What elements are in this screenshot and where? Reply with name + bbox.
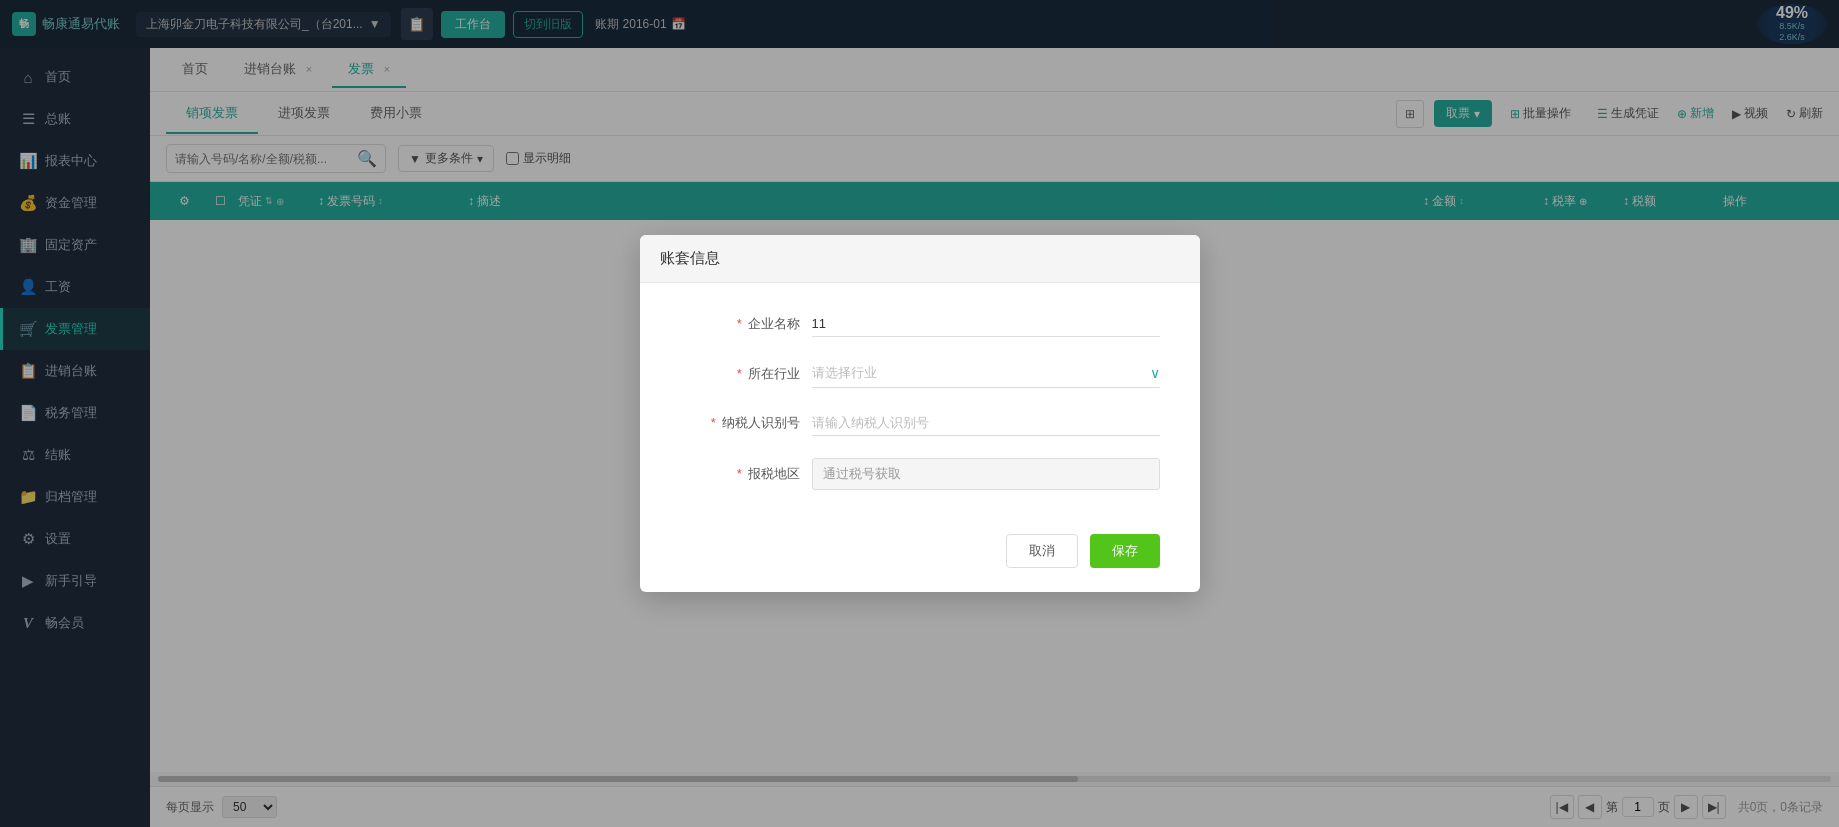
industry-label: * 所在行业 [680,365,800,383]
tax-region-row: * 报税地区 通过税号获取 [680,458,1160,490]
modal-overlay: 账套信息 * 企业名称 * 所在行业 请选择行业 ∨ [0,0,1839,827]
industry-select[interactable]: 请选择行业 ∨ [812,359,1160,388]
tax-region-label: * 报税地区 [680,465,800,483]
required-star: * [737,366,742,381]
tax-id-row: * 纳税人识别号 [680,410,1160,436]
account-info-dialog: 账套信息 * 企业名称 * 所在行业 请选择行业 ∨ [640,235,1200,592]
required-star: * [737,316,742,331]
required-star: * [737,466,742,481]
required-star: * [711,415,716,430]
tax-id-label: * 纳税人识别号 [680,414,800,432]
tax-region-field: 通过税号获取 [812,458,1160,490]
dialog-body: * 企业名称 * 所在行业 请选择行业 ∨ * 纳 [640,283,1200,518]
company-name-row: * 企业名称 [680,311,1160,337]
industry-placeholder: 请选择行业 [812,364,877,382]
industry-chevron-icon: ∨ [1150,365,1160,381]
industry-row: * 所在行业 请选择行业 ∨ [680,359,1160,388]
dialog-title: 账套信息 [640,235,1200,283]
save-button[interactable]: 保存 [1090,534,1160,568]
company-name-input[interactable] [812,311,1160,337]
tax-id-input[interactable] [812,410,1160,436]
cancel-button[interactable]: 取消 [1006,534,1078,568]
company-name-label: * 企业名称 [680,315,800,333]
dialog-footer: 取消 保存 [640,518,1200,592]
